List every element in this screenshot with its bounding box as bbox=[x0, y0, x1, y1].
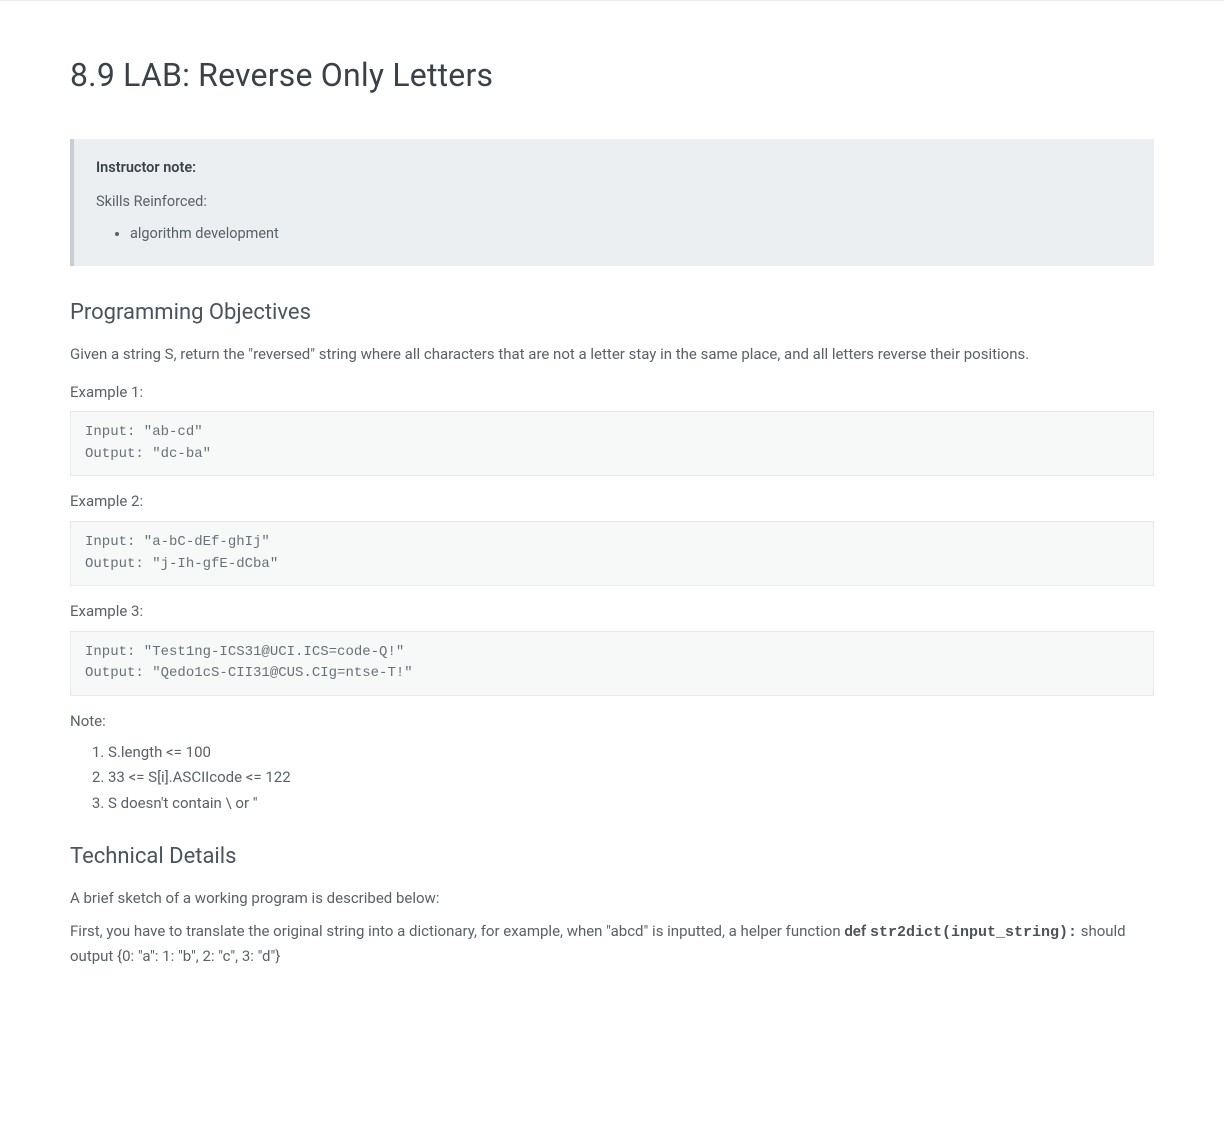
note-item-3: S doesn't contain \ or " bbox=[108, 792, 1154, 815]
note-item-2: 33 <= S[i].ASCIIcode <= 122 bbox=[108, 766, 1154, 789]
objectives-intro: Given a string S, return the "reversed" … bbox=[70, 343, 1154, 366]
example-2-label: Example 2: bbox=[70, 490, 1154, 513]
instructor-note-box: Instructor note: Skills Reinforced: algo… bbox=[70, 139, 1154, 266]
page-title: 8.9 LAB: Reverse Only Letters bbox=[70, 51, 1154, 99]
example-3-code: Input: "Test1ng-ICS31@UCI.ICS=code-Q!" O… bbox=[70, 631, 1154, 696]
instructor-note-label: Instructor note: bbox=[96, 157, 1132, 179]
example-2-code: Input: "a-bC-dEf-ghIj" Output: "j-Ih-gfE… bbox=[70, 521, 1154, 586]
page-container: 8.9 LAB: Reverse Only Letters Instructor… bbox=[0, 0, 1224, 998]
helper-fn-signature: str2dict(input_string): bbox=[870, 924, 1077, 941]
skill-item: algorithm development bbox=[130, 223, 1132, 245]
example-1-label: Example 1: bbox=[70, 381, 1154, 404]
technical-para-2: First, you have to translate the origina… bbox=[70, 920, 1154, 968]
skills-reinforced-label: Skills Reinforced: bbox=[96, 191, 1132, 213]
example-1-code: Input: "ab-cd" Output: "dc-ba" bbox=[70, 411, 1154, 476]
example-3-label: Example 3: bbox=[70, 600, 1154, 623]
technical-heading: Technical Details bbox=[70, 840, 1154, 873]
objectives-heading: Programming Objectives bbox=[70, 296, 1154, 329]
notes-list: S.length <= 100 33 <= S[i].ASCIIcode <= … bbox=[70, 741, 1154, 815]
technical-para-2-prefix: First, you have to translate the origina… bbox=[70, 922, 844, 940]
def-keyword: def bbox=[844, 922, 866, 940]
technical-para-1: A brief sketch of a working program is d… bbox=[70, 887, 1154, 910]
note-item-1: S.length <= 100 bbox=[108, 741, 1154, 764]
note-label: Note: bbox=[70, 710, 1154, 733]
skills-list: algorithm development bbox=[96, 223, 1132, 245]
